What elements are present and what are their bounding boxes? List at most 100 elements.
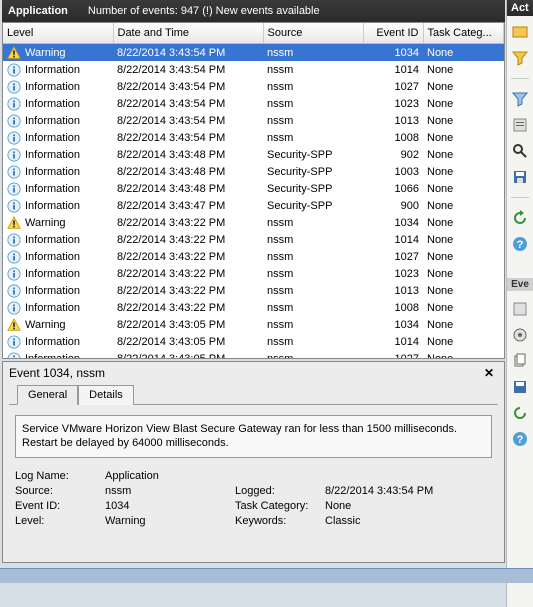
cell-source: nssm	[263, 44, 363, 62]
cell-eventid: 1014	[363, 231, 423, 248]
table-row[interactable]: Information8/22/2014 3:43:54 PMnssm1023N…	[3, 95, 504, 112]
table-row[interactable]: Information8/22/2014 3:43:48 PMSecurity-…	[3, 180, 504, 197]
cell-taskcat: None	[423, 316, 504, 333]
refresh-icon[interactable]	[512, 210, 528, 226]
table-row[interactable]: Information8/22/2014 3:43:48 PMSecurity-…	[3, 163, 504, 180]
table-row[interactable]: Information8/22/2014 3:43:22 PMnssm1013N…	[3, 282, 504, 299]
save-icon[interactable]	[512, 169, 528, 185]
col-taskcat[interactable]: Task Categ...	[423, 23, 504, 44]
table-row[interactable]: Warning8/22/2014 3:43:22 PMnssm1034None	[3, 214, 504, 231]
prop-keywords-label: Keywords:	[235, 515, 325, 527]
event-properties-icon[interactable]	[512, 301, 528, 317]
cell-taskcat: None	[423, 350, 504, 359]
cell-datetime: 8/22/2014 3:43:48 PM	[113, 146, 263, 163]
table-row[interactable]: Information8/22/2014 3:43:22 PMnssm1023N…	[3, 265, 504, 282]
col-source[interactable]: Source	[263, 23, 363, 44]
event-properties: Log Name: Application Source: nssm Logge…	[15, 470, 492, 527]
table-row[interactable]: Information8/22/2014 3:43:22 PMnssm1014N…	[3, 231, 504, 248]
info-icon	[7, 352, 21, 360]
prop-logged-label: Logged:	[235, 485, 325, 497]
help2-icon[interactable]: ?	[512, 431, 528, 447]
find-icon[interactable]	[512, 143, 528, 159]
cell-taskcat: None	[423, 78, 504, 95]
detail-tabs: General Details	[9, 384, 498, 405]
table-row[interactable]: Information8/22/2014 3:43:54 PMnssm1014N…	[3, 61, 504, 78]
copy-icon[interactable]	[512, 353, 528, 369]
open-log-icon[interactable]	[512, 24, 528, 40]
table-row[interactable]: Information8/22/2014 3:43:48 PMSecurity-…	[3, 146, 504, 163]
tab-general[interactable]: General	[17, 385, 78, 405]
column-header-row[interactable]: Level Date and Time Source Event ID Task…	[3, 23, 504, 44]
cell-eventid: 1066	[363, 180, 423, 197]
cell-datetime: 8/22/2014 3:43:05 PM	[113, 333, 263, 350]
cell-source: nssm	[263, 316, 363, 333]
prop-keywords: Classic	[325, 515, 492, 527]
table-row[interactable]: Information8/22/2014 3:43:54 PMnssm1013N…	[3, 112, 504, 129]
properties-icon[interactable]	[512, 117, 528, 133]
svg-text:?: ?	[517, 239, 524, 251]
info-icon	[7, 250, 21, 264]
prop-taskcat-label: Task Category:	[235, 500, 325, 512]
table-row[interactable]: Information8/22/2014 3:43:05 PMnssm1027N…	[3, 350, 504, 359]
cell-source: nssm	[263, 231, 363, 248]
info-icon	[7, 335, 21, 349]
tab-details[interactable]: Details	[78, 385, 134, 405]
cell-taskcat: None	[423, 248, 504, 265]
cell-eventid: 1027	[363, 248, 423, 265]
cell-datetime: 8/22/2014 3:43:54 PM	[113, 112, 263, 129]
table-row[interactable]: Information8/22/2014 3:43:54 PMnssm1008N…	[3, 129, 504, 146]
event-table-wrap[interactable]: Level Date and Time Source Event ID Task…	[2, 22, 505, 359]
bottom-strip	[0, 568, 533, 583]
table-row[interactable]: Warning8/22/2014 3:43:05 PMnssm1034None	[3, 316, 504, 333]
cell-level: Information	[25, 149, 80, 161]
cell-taskcat: None	[423, 44, 504, 62]
cell-level: Warning	[25, 47, 66, 59]
cell-source: nssm	[263, 61, 363, 78]
detail-pane: Event 1034, nssm ✕ General Details Servi…	[2, 361, 505, 563]
save-event-icon[interactable]	[512, 379, 528, 395]
info-icon	[7, 199, 21, 213]
prop-eventid-label: Event ID:	[15, 500, 105, 512]
cell-level: Warning	[25, 319, 66, 331]
table-row[interactable]: Warning8/22/2014 3:43:54 PMnssm1034None	[3, 44, 504, 62]
cell-datetime: 8/22/2014 3:43:22 PM	[113, 231, 263, 248]
info-icon	[7, 131, 21, 145]
table-row[interactable]: Information8/22/2014 3:43:05 PMnssm1014N…	[3, 333, 504, 350]
cell-taskcat: None	[423, 129, 504, 146]
cell-taskcat: None	[423, 112, 504, 129]
info-icon	[7, 267, 21, 281]
info-icon	[7, 165, 21, 179]
col-level[interactable]: Level	[3, 23, 113, 44]
cell-eventid: 1034	[363, 316, 423, 333]
cell-eventid: 1027	[363, 350, 423, 359]
cell-level: Information	[25, 268, 80, 280]
cell-level: Information	[25, 285, 80, 297]
filter-icon[interactable]	[512, 50, 528, 66]
refresh2-icon[interactable]	[512, 405, 528, 421]
prop-taskcat: None	[325, 500, 492, 512]
filter2-icon[interactable]	[512, 91, 528, 107]
close-icon[interactable]: ✕	[480, 366, 498, 380]
cell-datetime: 8/22/2014 3:43:48 PM	[113, 180, 263, 197]
cell-level: Information	[25, 115, 80, 127]
cell-eventid: 1013	[363, 112, 423, 129]
table-row[interactable]: Information8/22/2014 3:43:22 PMnssm1008N…	[3, 299, 504, 316]
table-row[interactable]: Information8/22/2014 3:43:22 PMnssm1027N…	[3, 248, 504, 265]
cell-source: Security-SPP	[263, 197, 363, 214]
cell-level: Information	[25, 166, 80, 178]
cell-level: Information	[25, 183, 80, 195]
cell-eventid: 1003	[363, 163, 423, 180]
cell-source: nssm	[263, 129, 363, 146]
table-row[interactable]: Information8/22/2014 3:43:54 PMnssm1027N…	[3, 78, 504, 95]
cell-taskcat: None	[423, 95, 504, 112]
help-icon[interactable]: ?	[512, 236, 528, 252]
action-header: Act	[507, 0, 533, 16]
col-eventid[interactable]: Event ID	[363, 23, 423, 44]
svg-text:?: ?	[517, 434, 524, 446]
log-label: Application	[8, 5, 68, 17]
col-datetime[interactable]: Date and Time	[113, 23, 263, 44]
cell-datetime: 8/22/2014 3:43:22 PM	[113, 299, 263, 316]
attach-task-icon[interactable]	[512, 327, 528, 343]
info-icon	[7, 233, 21, 247]
table-row[interactable]: Information8/22/2014 3:43:47 PMSecurity-…	[3, 197, 504, 214]
